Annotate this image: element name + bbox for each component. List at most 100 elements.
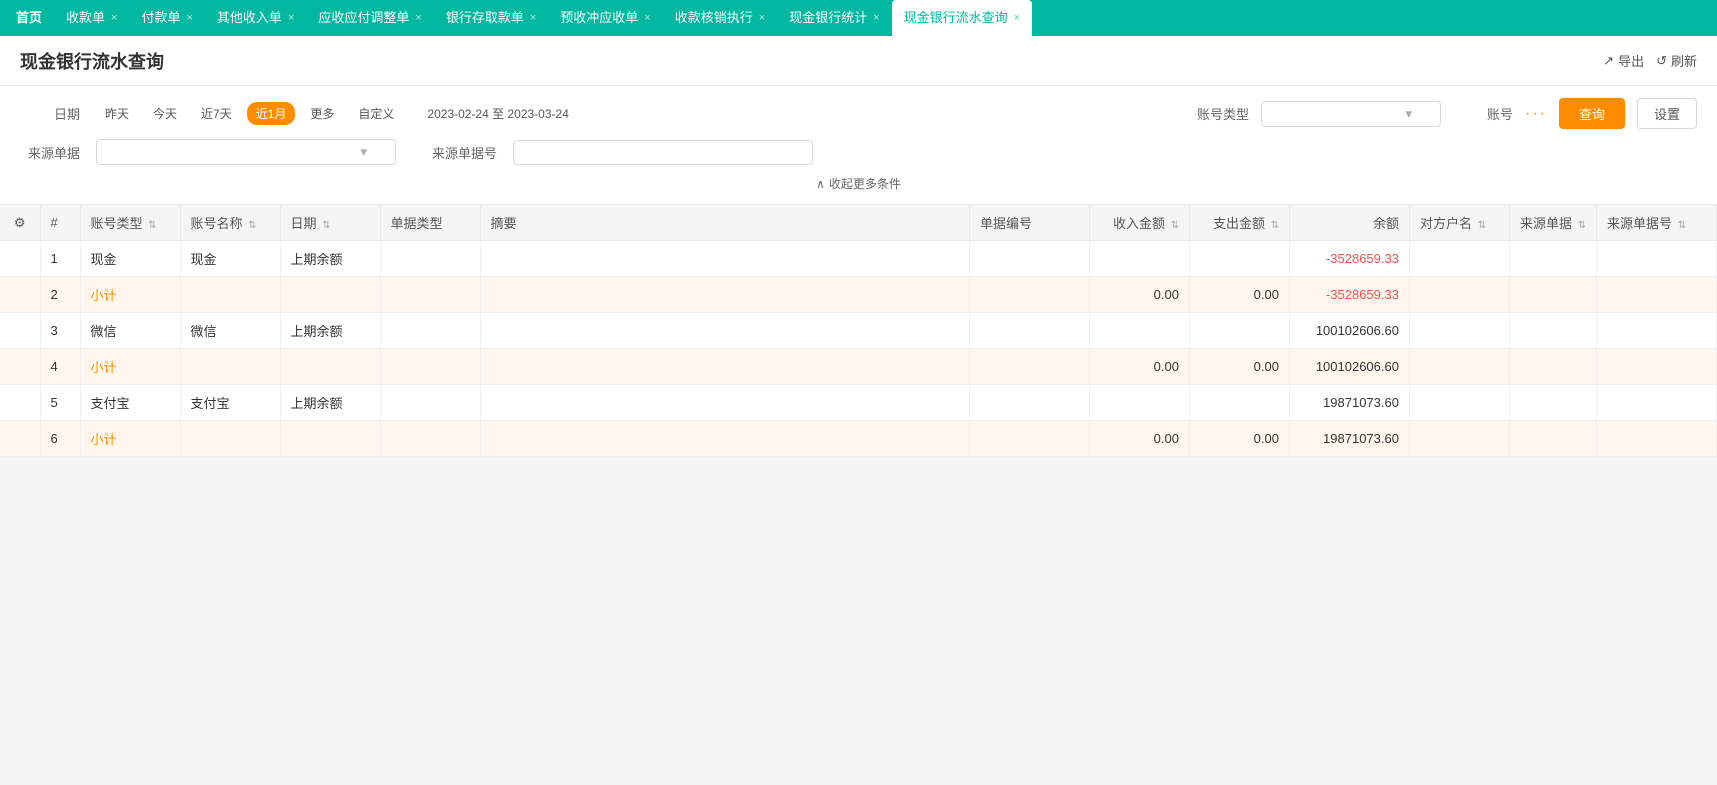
column-counterparty[interactable]: 对方户名 ⇅ — [1409, 205, 1509, 241]
row-counterparty — [1409, 313, 1509, 349]
row-source-doc — [1509, 385, 1596, 421]
query-button[interactable]: 查询 — [1559, 98, 1625, 129]
row-income: 0.00 — [1089, 277, 1189, 313]
date-btn-custom[interactable]: 自定义 — [349, 102, 403, 125]
nav-tab-cash-bank-flow[interactable]: 现金银行流水查询 × — [892, 0, 1032, 36]
sort-icon: ⇅ — [1171, 220, 1179, 231]
close-icon[interactable]: × — [530, 0, 536, 36]
nav-home[interactable]: 首页 — [4, 0, 54, 36]
row-summary — [480, 313, 969, 349]
source-doc-no-input[interactable] — [513, 140, 813, 165]
row-balance: 19871073.60 — [1289, 385, 1409, 421]
page-header: 现金银行流水查询 ↗ 导出 ↺ 刷新 — [0, 36, 1717, 86]
nav-tab-other-income[interactable]: 其他收入单 × — [205, 0, 306, 36]
column-income[interactable]: 收入金额 ⇅ — [1089, 205, 1189, 241]
close-icon[interactable]: × — [415, 0, 421, 36]
close-icon[interactable]: × — [186, 0, 192, 36]
filter-row-2: 来源单据 ▾ 来源单据号 — [20, 139, 1697, 165]
row-expense — [1189, 385, 1289, 421]
row-doc-no — [969, 385, 1089, 421]
top-nav: 首页 收款单 × 付款单 × 其他收入单 × 应收应付调整单 × 银行存取款单 … — [0, 0, 1717, 36]
table-row: 3 微信 微信 上期余额 100102606.60 — [0, 313, 1717, 349]
close-icon[interactable]: × — [288, 0, 294, 36]
row-date: 上期余额 — [280, 313, 380, 349]
row-expense: 0.00 — [1189, 421, 1289, 457]
nav-tab-receipt[interactable]: 收款单 × — [54, 0, 129, 36]
collapse-button[interactable]: ∧ 收起更多条件 — [816, 175, 901, 192]
row-date — [280, 277, 380, 313]
row-balance: 100102606.60 — [1289, 313, 1409, 349]
close-icon[interactable]: × — [873, 0, 879, 36]
date-btn-1month[interactable]: 近1月 — [247, 102, 296, 125]
row-summary — [480, 277, 969, 313]
nav-tab-pre-charge[interactable]: 预收冲应收单 × — [548, 0, 662, 36]
row-doc-type — [380, 385, 480, 421]
row-account-name — [180, 349, 280, 385]
row-account-name: 现金 — [180, 241, 280, 277]
column-date[interactable]: 日期 ⇅ — [280, 205, 380, 241]
row-date: 上期余额 — [280, 241, 380, 277]
row-doc-type — [380, 241, 480, 277]
date-btn-more[interactable]: 更多 — [301, 102, 343, 125]
column-source-doc[interactable]: 来源单据 ⇅ — [1509, 205, 1596, 241]
chevron-down-icon: ▾ — [360, 144, 367, 160]
nav-tab-payment[interactable]: 付款单 × — [129, 0, 204, 36]
nav-tab-ar-ap-adjust[interactable]: 应收应付调整单 × — [306, 0, 433, 36]
row-summary — [480, 349, 969, 385]
column-source-doc-no[interactable]: 来源单据号 ⇅ — [1597, 205, 1717, 241]
row-source-doc-no — [1597, 385, 1717, 421]
column-doc-no: 单据编号 — [969, 205, 1089, 241]
row-account-type: 微信 — [80, 313, 180, 349]
row-source-doc-no — [1597, 313, 1717, 349]
close-icon[interactable]: × — [644, 0, 650, 36]
column-expense[interactable]: 支出金额 ⇅ — [1189, 205, 1289, 241]
row-doc-type — [380, 277, 480, 313]
row-account-type: 小计 — [80, 277, 180, 313]
row-source-doc — [1509, 241, 1596, 277]
export-button[interactable]: ↗ 导出 — [1603, 51, 1644, 70]
date-btn-yesterday[interactable]: 昨天 — [96, 102, 138, 125]
column-summary: 摘要 — [480, 205, 969, 241]
source-doc-label: 来源单据 — [20, 143, 80, 162]
close-icon[interactable]: × — [111, 0, 117, 36]
sort-icon: ⇅ — [148, 220, 156, 231]
row-doc-no — [969, 349, 1089, 385]
row-expense: 0.00 — [1189, 349, 1289, 385]
date-btn-today[interactable]: 今天 — [144, 102, 186, 125]
nav-tab-cash-bank-stat[interactable]: 现金银行统计 × — [777, 0, 891, 36]
row-income: 0.00 — [1089, 349, 1189, 385]
close-icon[interactable]: × — [759, 0, 765, 36]
date-options: 昨天 今天 近7天 近1月 更多 自定义 — [96, 102, 403, 125]
collapse-row: ∧ 收起更多条件 — [20, 175, 1697, 192]
row-settings-cell — [0, 385, 40, 421]
sort-icon: ⇅ — [322, 220, 330, 231]
row-num: 4 — [40, 349, 80, 385]
page-title: 现金银行流水查询 — [20, 48, 164, 74]
row-balance: -3528659.33 — [1289, 241, 1409, 277]
close-icon[interactable]: × — [1014, 0, 1020, 36]
nav-tab-bank-deposit[interactable]: 银行存取款单 × — [434, 0, 548, 36]
source-doc-select[interactable]: ▾ — [96, 139, 396, 165]
row-counterparty — [1409, 349, 1509, 385]
row-income — [1089, 313, 1189, 349]
account-no-ellipsis-button[interactable]: ··· — [1525, 105, 1547, 123]
column-settings[interactable]: ⚙ — [0, 205, 40, 241]
row-doc-type — [380, 313, 480, 349]
row-balance: 19871073.60 — [1289, 421, 1409, 457]
table-row: 1 现金 现金 上期余额 -3528659.33 — [0, 241, 1717, 277]
settings-button[interactable]: 设置 — [1637, 98, 1697, 129]
data-table: ⚙ # 账号类型 ⇅ 账号名称 ⇅ 日期 ⇅ 单据类型 摘要 — [0, 205, 1717, 457]
row-account-name: 微信 — [180, 313, 280, 349]
row-settings-cell — [0, 241, 40, 277]
nav-tab-collection-exec[interactable]: 收款核销执行 × — [663, 0, 777, 36]
account-no-label: 账号 — [1453, 104, 1513, 123]
account-type-select[interactable]: ▾ — [1261, 101, 1441, 127]
row-account-type: 小计 — [80, 349, 180, 385]
column-account-name[interactable]: 账号名称 ⇅ — [180, 205, 280, 241]
row-source-doc-no — [1597, 349, 1717, 385]
date-btn-7days[interactable]: 近7天 — [192, 102, 241, 125]
refresh-button[interactable]: ↺ 刷新 — [1656, 51, 1697, 70]
column-account-type[interactable]: 账号类型 ⇅ — [80, 205, 180, 241]
row-counterparty — [1409, 277, 1509, 313]
export-icon: ↗ — [1603, 53, 1614, 69]
